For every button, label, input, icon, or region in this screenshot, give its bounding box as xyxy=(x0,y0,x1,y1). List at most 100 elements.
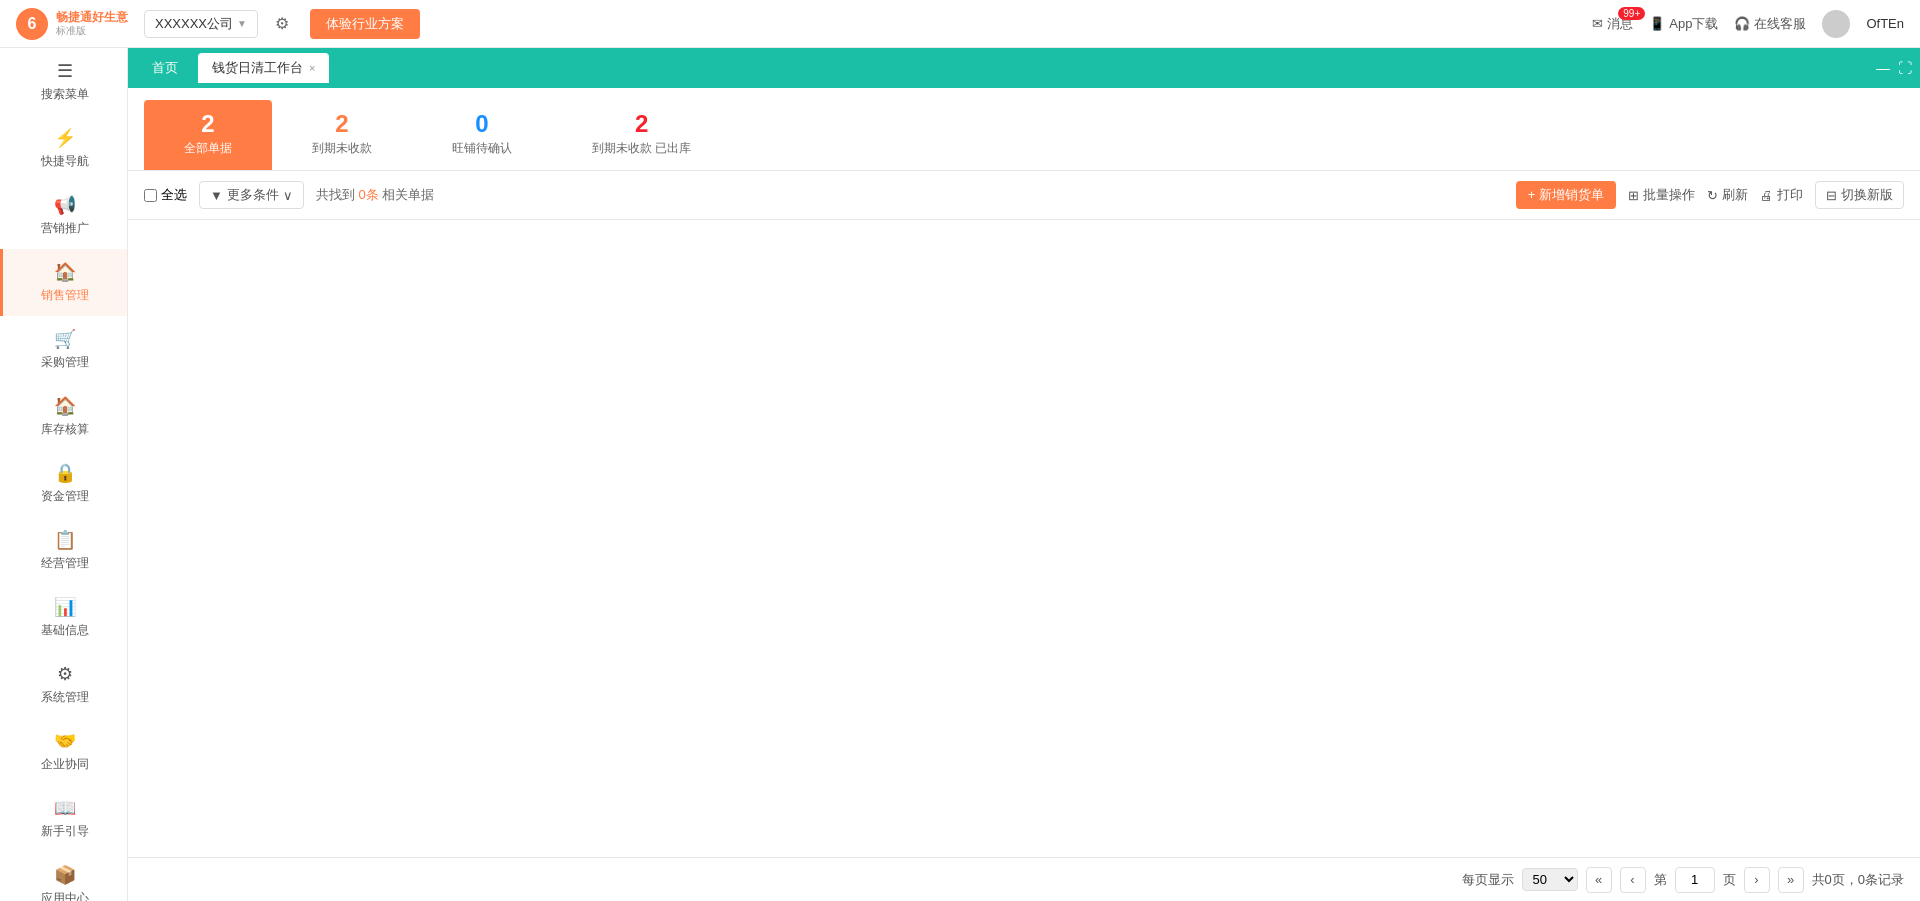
select-all-label: 全选 xyxy=(161,186,187,204)
company-selector[interactable]: XXXXXX公司 ▼ xyxy=(144,10,258,38)
tab-home[interactable]: 首页 xyxy=(136,53,194,83)
found-count: 0条 xyxy=(359,187,379,202)
stats-tabs: 2 全部单据 2 到期未收款 0 旺铺待确认 2 到期未收款 已出库 xyxy=(144,100,1904,170)
tab-current[interactable]: 钱货日清工作台 × xyxy=(198,53,329,83)
inventory-icon: 🏠 xyxy=(54,395,76,417)
last-page-button[interactable]: » xyxy=(1778,867,1804,893)
sidebar-label-marketing: 营销推广 xyxy=(41,220,89,237)
switch-label: 切换新版 xyxy=(1841,186,1893,204)
batch-icon: ⊞ xyxy=(1628,188,1639,203)
switch-button[interactable]: ⊟ 切换新版 xyxy=(1815,181,1904,209)
stat-label-3: 到期未收款 已出库 xyxy=(592,140,691,157)
batch-button[interactable]: ⊞ 批量操作 xyxy=(1628,186,1695,204)
finance-icon: 🔒 xyxy=(54,462,76,484)
toolbar-right: + 新增销货单 ⊞ 批量操作 ↻ 刷新 🖨 打印 ⊟ xyxy=(1516,181,1904,209)
enterprise-icon: 🤝 xyxy=(54,730,76,752)
logo-icon: 6 xyxy=(16,8,48,40)
content-area: 首页 钱货日清工作台 × — ⛶ 2 全部单据 2 到期未收款 0 旺铺待确认 … xyxy=(128,48,1920,901)
sidebar-item-enterprise[interactable]: 🤝 企业协同 xyxy=(0,718,127,785)
select-all-checkbox[interactable]: 全选 xyxy=(144,186,187,204)
quick-nav-icon: ⚡ xyxy=(54,127,76,149)
message-icon: ✉ xyxy=(1592,16,1603,31)
avatar[interactable] xyxy=(1822,10,1850,38)
filter-icon: ▼ xyxy=(210,188,223,203)
message-button[interactable]: ✉ 消息 99+ xyxy=(1592,15,1633,33)
settings-button[interactable]: ⚙ xyxy=(266,8,298,40)
basic-info-icon: 📊 xyxy=(54,596,76,618)
sidebar-item-app-center[interactable]: 📦 应用中心 xyxy=(0,852,127,901)
stat-label-1: 到期未收款 xyxy=(312,140,372,157)
sidebar-item-search-menu[interactable]: ☰ 搜索菜单 xyxy=(0,48,127,115)
company-name: XXXXXX公司 xyxy=(155,15,233,33)
select-all-input[interactable] xyxy=(144,189,157,202)
sidebar-label-sales: 销售管理 xyxy=(41,287,89,304)
print-icon: 🖨 xyxy=(1760,188,1773,203)
page-input[interactable] xyxy=(1675,867,1715,893)
message-badge: 99+ xyxy=(1618,7,1645,20)
stat-tab-2[interactable]: 0 旺铺待确认 xyxy=(412,100,552,170)
marketing-icon: 📢 xyxy=(54,194,76,216)
stat-tab-0[interactable]: 2 全部单据 xyxy=(144,100,272,170)
maximize-icon[interactable]: ⛶ xyxy=(1898,60,1912,76)
search-menu-icon: ☰ xyxy=(57,60,73,82)
prev-page-button[interactable]: ‹ xyxy=(1620,867,1646,893)
logo-area: 6 畅捷通好生意 标准版 xyxy=(16,8,144,40)
stat-number-3: 2 xyxy=(635,110,648,138)
page-size-select[interactable]: 50 100 200 xyxy=(1522,868,1578,891)
sidebar-item-sales[interactable]: 🏠 销售管理 xyxy=(0,249,127,316)
refresh-icon: ↻ xyxy=(1707,188,1718,203)
main-layout: ☰ 搜索菜单 ⚡ 快捷导航 📢 营销推广 🏠 销售管理 🛒 采购管理 🏠 库存核… xyxy=(0,48,1920,901)
pagination-bar: 每页显示 50 100 200 « ‹ 第 页 › » 共0页，0条记录 xyxy=(128,857,1920,901)
app-center-icon: 📦 xyxy=(54,864,76,886)
add-order-button[interactable]: + 新增销货单 xyxy=(1516,181,1616,209)
guide-icon: 📖 xyxy=(54,797,76,819)
sidebar-item-operations[interactable]: 📋 经营管理 xyxy=(0,517,127,584)
sidebar-label-inventory: 库存核算 xyxy=(41,421,89,438)
first-page-button[interactable]: « xyxy=(1586,867,1612,893)
stat-tab-1[interactable]: 2 到期未收款 xyxy=(272,100,412,170)
logo-title: 畅捷通好生意 xyxy=(56,10,128,24)
top-bar: 6 畅捷通好生意 标准版 XXXXXX公司 ▼ ⚙ 体验行业方案 ✉ 消息 99… xyxy=(0,0,1920,48)
stat-tab-3[interactable]: 2 到期未收款 已出库 xyxy=(552,100,731,170)
print-label: 打印 xyxy=(1777,186,1803,204)
tab-controls: — ⛶ xyxy=(1876,60,1912,76)
tab-label: 钱货日清工作台 xyxy=(212,59,303,77)
sidebar-label-operations: 经营管理 xyxy=(41,555,89,572)
filter-button[interactable]: ▼ 更多条件 ∨ xyxy=(199,181,304,209)
sidebar-item-finance[interactable]: 🔒 资金管理 xyxy=(0,450,127,517)
switch-icon: ⊟ xyxy=(1826,188,1837,203)
trial-button[interactable]: 体验行业方案 xyxy=(310,9,420,39)
total-info: 共0页，0条记录 xyxy=(1812,871,1904,889)
sidebar-label-basic-info: 基础信息 xyxy=(41,622,89,639)
top-right: ✉ 消息 99+ 📱 App下载 🎧 在线客服 OfTEn xyxy=(1592,10,1904,38)
close-tab-icon[interactable]: × xyxy=(309,62,315,74)
mobile-icon: 📱 xyxy=(1649,16,1665,31)
minimize-icon[interactable]: — xyxy=(1876,60,1890,76)
operations-icon: 📋 xyxy=(54,529,76,551)
sidebar-label-system: 系统管理 xyxy=(41,689,89,706)
sidebar-item-marketing[interactable]: 📢 营销推广 xyxy=(0,182,127,249)
stat-number-0: 2 xyxy=(201,110,214,138)
stats-bar: 2 全部单据 2 到期未收款 0 旺铺待确认 2 到期未收款 已出库 xyxy=(128,88,1920,171)
batch-label: 批量操作 xyxy=(1643,186,1695,204)
sidebar-item-guide[interactable]: 📖 新手引导 xyxy=(0,785,127,852)
toolbar: 全选 ▼ 更多条件 ∨ 共找到 0条 相关单据 + 新增销货单 ⊞ 批量操作 xyxy=(128,171,1920,220)
online-service-label: 在线客服 xyxy=(1754,15,1806,33)
sidebar-item-system[interactable]: ⚙ 系统管理 xyxy=(0,651,127,718)
online-service-button[interactable]: 🎧 在线客服 xyxy=(1734,15,1806,33)
sidebar-label-guide: 新手引导 xyxy=(41,823,89,840)
sidebar-item-quick-nav[interactable]: ⚡ 快捷导航 xyxy=(0,115,127,182)
sales-icon: 🏠 xyxy=(54,261,76,283)
table-area xyxy=(128,220,1920,857)
sidebar-item-purchase[interactable]: 🛒 采购管理 xyxy=(0,316,127,383)
sidebar-label-quick-nav: 快捷导航 xyxy=(41,153,89,170)
sidebar-label-app-center: 应用中心 xyxy=(41,890,89,901)
sidebar-item-inventory[interactable]: 🏠 库存核算 xyxy=(0,383,127,450)
sidebar-item-basic-info[interactable]: 📊 基础信息 xyxy=(0,584,127,651)
refresh-label: 刷新 xyxy=(1722,186,1748,204)
app-download-button[interactable]: 📱 App下载 xyxy=(1649,15,1718,33)
print-button[interactable]: 🖨 打印 xyxy=(1760,186,1803,204)
next-page-button[interactable]: › xyxy=(1744,867,1770,893)
stat-label-0: 全部单据 xyxy=(184,140,232,157)
refresh-button[interactable]: ↻ 刷新 xyxy=(1707,186,1748,204)
